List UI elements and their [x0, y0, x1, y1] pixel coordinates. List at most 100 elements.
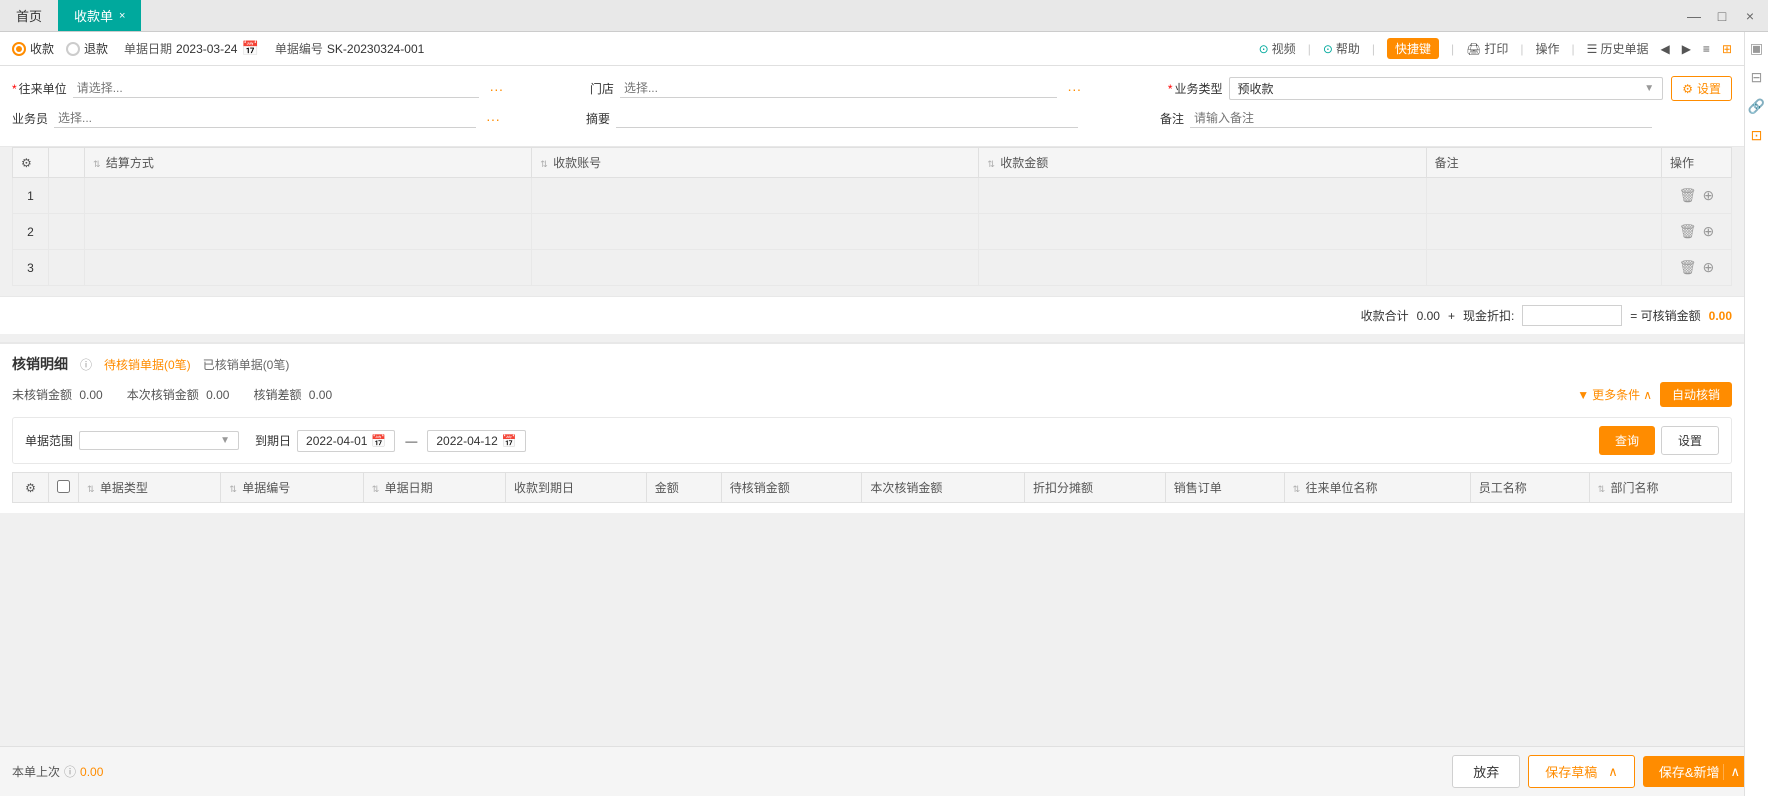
salesperson-more-icon[interactable]: ···	[482, 111, 504, 127]
row-empty-1	[49, 178, 85, 214]
col-settings-header[interactable]: ⚙	[13, 148, 49, 178]
delete-row-1[interactable]: 🗑	[1679, 187, 1697, 204]
tab-receipt[interactable]: 收款单 ×	[58, 0, 141, 31]
row-remark-1[interactable]	[1426, 178, 1661, 214]
store-more-icon[interactable]: ···	[1063, 81, 1085, 97]
copy-row-3[interactable]: ⊕	[1703, 259, 1715, 276]
recon-tab-pending[interactable]: 待核销单据(0笔)	[104, 356, 191, 373]
table-row: 3 🗑 ⊕	[13, 250, 1732, 286]
current-value: 0.00	[206, 388, 229, 402]
grid-view[interactable]: ⊞	[1722, 42, 1732, 56]
business-type-select[interactable]: 预收款 ▼	[1229, 77, 1664, 100]
operation-action[interactable]: 操作	[1536, 40, 1560, 57]
copy-row-1[interactable]: ⊕	[1703, 187, 1715, 204]
bottom-col-discount: 折扣分摊额	[1025, 473, 1166, 503]
calendar-icon[interactable]: 📅	[241, 40, 258, 57]
date-from-input[interactable]: 2022-04-01 📅	[297, 430, 395, 452]
store-input[interactable]	[620, 79, 1057, 98]
bottom-col-settings[interactable]: ⚙	[13, 473, 49, 503]
settings-button-2[interactable]: 设置	[1661, 426, 1719, 455]
maximize-button[interactable]: □	[1712, 8, 1732, 24]
range-select[interactable]: ▼	[79, 431, 239, 450]
bottom-col-pending: 待核销金额	[721, 473, 862, 503]
select-all-checkbox[interactable]	[57, 480, 70, 493]
sidebar-icon-2[interactable]: ⊟	[1751, 69, 1763, 86]
summary-input[interactable]	[616, 109, 1078, 128]
tab-home[interactable]: 首页	[0, 0, 58, 31]
salesperson-input[interactable]	[54, 109, 476, 128]
save-new-dropdown[interactable]: ∧	[1723, 764, 1740, 780]
unverified-field: 未核销金额 0.00	[12, 386, 103, 403]
recon-info-icon[interactable]: ⓘ	[80, 356, 92, 373]
total-label: 收款合计	[1361, 307, 1409, 324]
delete-row-3[interactable]: 🗑	[1679, 259, 1697, 276]
shortcut-action[interactable]: 快捷键	[1387, 38, 1439, 59]
recon-tab-done[interactable]: 已核销单据(0笔)	[203, 356, 290, 373]
bottom-col-dept: ⇅ 部门名称	[1589, 473, 1731, 503]
remark-input[interactable]	[1190, 109, 1652, 128]
recon-actions: ▼ 更多条件 ∧ 自动核销	[1577, 382, 1732, 407]
date-to-input[interactable]: 2022-04-12 📅	[427, 430, 525, 452]
row-account-1[interactable]	[532, 178, 979, 214]
sidebar-icon-4[interactable]: ⊡	[1751, 127, 1763, 144]
setup-button[interactable]: ⚙ 设置	[1671, 76, 1732, 101]
tab-close-icon[interactable]: ×	[119, 10, 125, 22]
row-account-2[interactable]	[532, 214, 979, 250]
query-button[interactable]: 查询	[1599, 426, 1655, 455]
help-action[interactable]: ⊙ 帮助	[1323, 40, 1360, 57]
minimize-button[interactable]: —	[1684, 8, 1704, 24]
bottom-table: ⚙ ⇅ 单据类型 ⇅ 单据编号 ⇅ 单据日期	[12, 472, 1732, 503]
receipt-radio[interactable]: 收款	[12, 40, 54, 57]
sidebar-icon-3[interactable]: 🔗	[1748, 98, 1765, 115]
nav-right[interactable]: ▶	[1682, 42, 1691, 56]
save-draft-button[interactable]: 保存草稿 ∧	[1528, 755, 1635, 788]
more-conditions-btn[interactable]: ▼ 更多条件 ∧	[1577, 386, 1652, 403]
bottom-col-type: ⇅ 单据类型	[79, 473, 221, 503]
row-empty-3	[49, 250, 85, 286]
recon-stats: 未核销金额 0.00 本次核销金额 0.00 核销差额 0.00 ▼ 更多条件 …	[12, 382, 1732, 407]
row-amount-3[interactable]	[979, 250, 1426, 286]
save-draft-dropdown[interactable]: ∧	[1601, 764, 1618, 780]
prev-icon[interactable]: ⓘ	[64, 763, 76, 780]
counterpart-more-icon[interactable]: ···	[485, 81, 507, 97]
form-section: 往来单位 ··· 门店 ··· 业务类型 预收款 ▼	[0, 66, 1744, 147]
footer: 本单上次 ⓘ 0.00 放弃 保存草稿 ∧ 保存&新增 ∧	[0, 746, 1768, 796]
row-settlement-1[interactable]	[85, 178, 532, 214]
row-remark-2[interactable]	[1426, 214, 1661, 250]
delete-row-2[interactable]: 🗑	[1679, 223, 1697, 240]
refund-radio[interactable]: 退款	[66, 40, 108, 57]
nav-left[interactable]: ◀	[1660, 42, 1669, 56]
video-action[interactable]: ⊙ 视频	[1259, 40, 1296, 57]
history-action[interactable]: ☰ 历史单据	[1587, 40, 1649, 57]
row-num-2: 2	[13, 214, 49, 250]
counterpart-input[interactable]	[73, 79, 480, 98]
copy-row-2[interactable]: ⊕	[1703, 223, 1715, 240]
discount-input[interactable]	[1522, 305, 1622, 326]
date-range-field: 到期日 2022-04-01 📅 — 2022-04-12 📅	[255, 430, 526, 452]
total-value: 0.00	[1417, 309, 1440, 323]
bottom-col-checkbox[interactable]	[49, 473, 79, 503]
row-settlement-2[interactable]	[85, 214, 532, 250]
sidebar-icon-1[interactable]: ▣	[1750, 40, 1763, 57]
sort-icon-2: ⇅	[540, 159, 548, 169]
row-remark-3[interactable]	[1426, 250, 1661, 286]
result-value: 0.00	[1709, 309, 1732, 323]
bottom-col-number: ⇅ 单据编号	[221, 473, 363, 503]
print-action[interactable]: 🖨 打印	[1466, 40, 1508, 57]
row-amount-2[interactable]	[979, 214, 1426, 250]
calendar-from-icon[interactable]: 📅	[371, 434, 386, 448]
row-account-3[interactable]	[532, 250, 979, 286]
calendar-to-icon[interactable]: 📅	[502, 434, 517, 448]
row-action-2: 🗑 ⊕	[1662, 214, 1732, 250]
close-window-button[interactable]: ×	[1740, 8, 1760, 24]
discard-button[interactable]: 放弃	[1452, 755, 1520, 788]
salesperson-label: 业务员	[12, 110, 48, 127]
row-amount-1[interactable]	[979, 178, 1426, 214]
row-num-1: 1	[13, 178, 49, 214]
auto-recon-button[interactable]: 自动核销	[1660, 382, 1732, 407]
range-chevron: ▼	[220, 435, 230, 446]
list-view[interactable]: ≡	[1703, 42, 1710, 56]
row-settlement-3[interactable]	[85, 250, 532, 286]
save-new-button[interactable]: 保存&新增 ∧	[1643, 756, 1756, 787]
receipt-radio-dot	[12, 42, 26, 56]
